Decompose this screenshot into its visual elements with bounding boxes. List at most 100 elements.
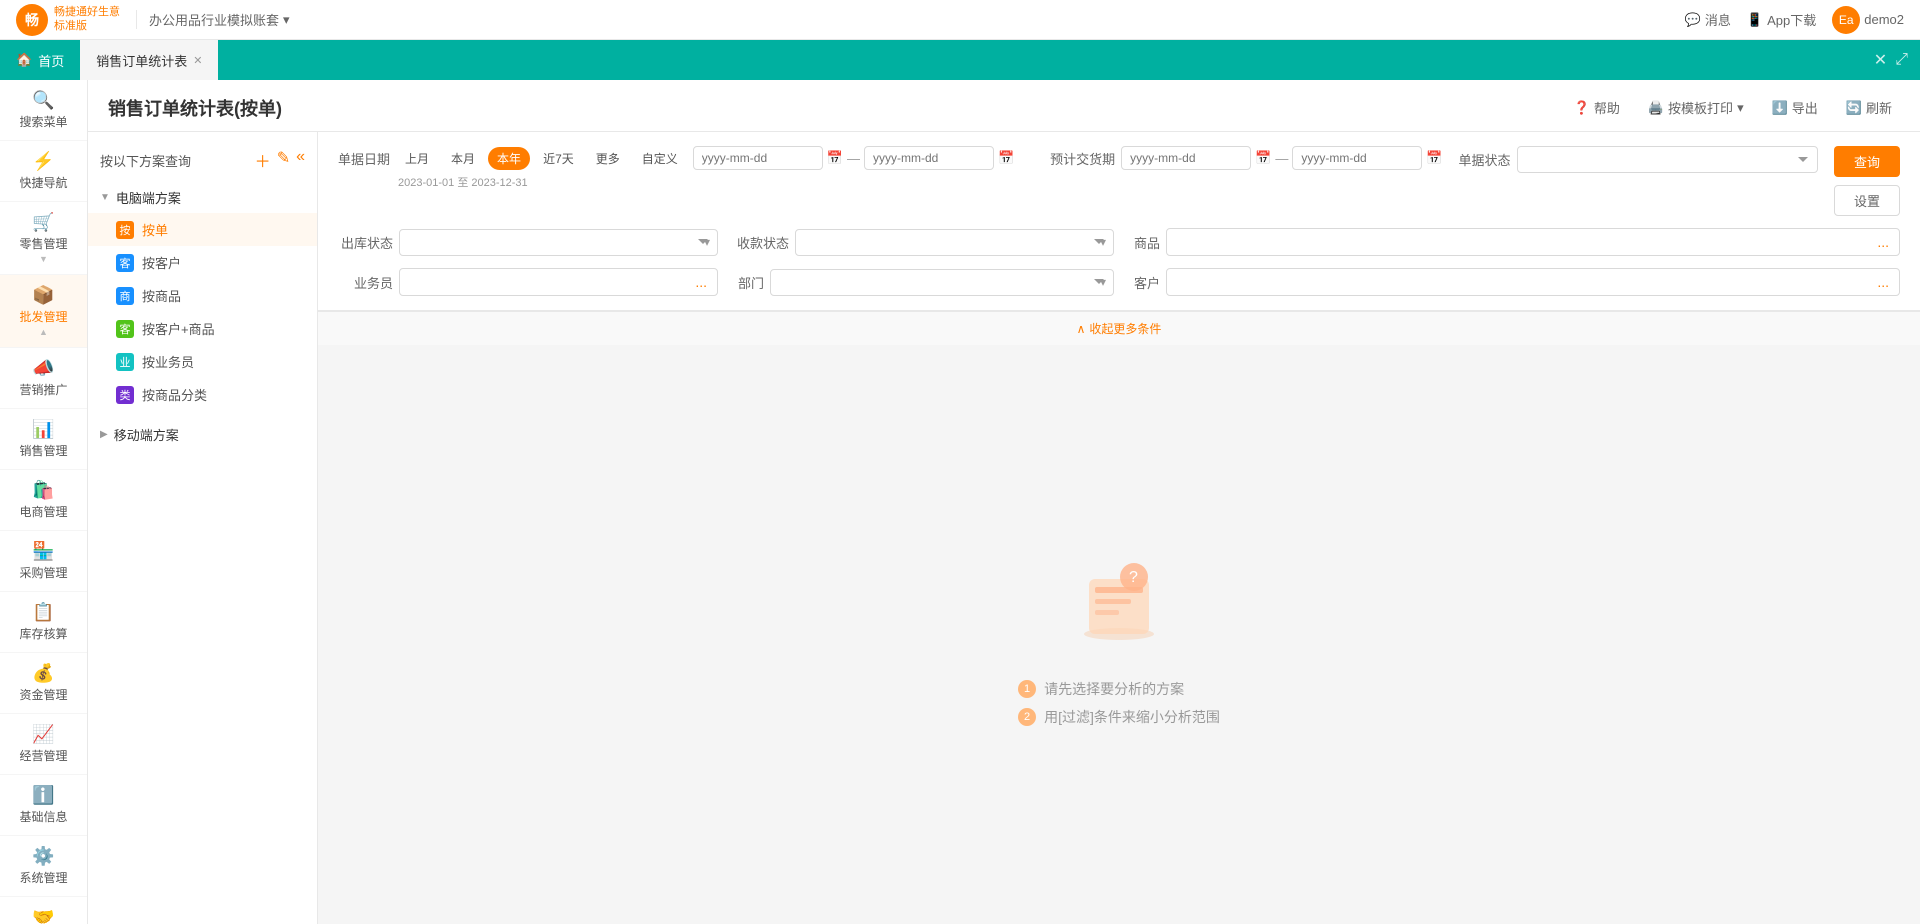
sidebar-item-ecommerce[interactable]: 🛍️ 电商管理 [0, 470, 87, 531]
right-panel: 单据日期 上月 本月 本年 近7天 更多 自定义 [318, 132, 1920, 924]
scheme-item-by-salesperson[interactable]: 业 按业务员 [88, 345, 317, 378]
payment-status-group: 收款状态 ▾ [734, 229, 1114, 256]
date-shortcut-this-month[interactable]: 本月 [442, 147, 484, 170]
tip-row-2: 2 用[过滤]条件来缩小分析范围 [1018, 703, 1220, 731]
purchase-icon: 🏪 [32, 541, 54, 562]
payment-status-select-wrapper: ▾ [795, 229, 1114, 256]
date-shortcuts: 上月 本月 本年 近7天 更多 自定义 [396, 147, 687, 170]
close-tab-btn[interactable]: ✕ [1874, 50, 1887, 70]
search-button[interactable]: 查询 [1834, 146, 1900, 177]
filter-row-2: 出库状态 ▾ 收款状态 [338, 228, 1900, 256]
scheme-item-by-goods[interactable]: 商 按商品 [88, 279, 317, 312]
refresh-button[interactable]: 🔄 刷新 [1838, 94, 1900, 121]
sidebar-item-search-menu[interactable]: 🔍 搜索菜单 [0, 80, 87, 141]
sidebar-item-basic-info[interactable]: ℹ️ 基础信息 [0, 775, 87, 836]
salesperson-more-icon[interactable]: ... [695, 274, 707, 290]
collapse-bar[interactable]: ∧ 收起更多条件 [318, 311, 1920, 345]
retail-icon: 🛒 [32, 212, 54, 233]
sidebar-item-wholesale[interactable]: 📦 批发管理 ▲ [0, 275, 87, 348]
help-button[interactable]: ❓ 帮助 [1566, 94, 1628, 121]
scheme-item-by-customer[interactable]: 客 按客户 [88, 246, 317, 279]
print-icon: 🖨️ [1648, 100, 1664, 116]
sidebar-item-quick-nav[interactable]: ⚡ 快捷导航 [0, 141, 87, 202]
date-range-display: 2023-01-01 至 2023-12-31 [338, 174, 1014, 190]
expected-delivery-group: 预计交货期 📅 — 📅 [1050, 146, 1442, 170]
tab-close-icon[interactable]: ✕ [193, 54, 202, 67]
by-salesperson-icon: 业 [116, 353, 134, 371]
expand-mobile-icon: ▶ [100, 429, 108, 440]
scheme-item-by-goods-category[interactable]: 类 按商品分类 [88, 378, 317, 411]
expected-date-from-input[interactable] [1121, 146, 1251, 170]
shipment-status-select[interactable] [399, 229, 718, 256]
setting-button[interactable]: 设置 [1834, 185, 1900, 216]
finance-icon: 💰 [32, 663, 54, 684]
by-customer-icon: 客 [116, 254, 134, 272]
edit-scheme-button[interactable]: ✎ [277, 148, 290, 172]
avatar: Ea [1832, 6, 1860, 34]
by-order-icon: 按 [116, 221, 134, 239]
date-shortcut-custom[interactable]: 自定义 [633, 147, 687, 170]
department-select[interactable] [770, 269, 1114, 296]
sidebar-item-enterprise[interactable]: 🤝 企业协同 [0, 897, 87, 924]
payment-status-select[interactable] [795, 229, 1114, 256]
by-customer-goods-icon: 客 [116, 320, 134, 338]
date-shortcut-more[interactable]: 更多 [587, 147, 629, 170]
department-select-wrapper: ▾ [770, 269, 1114, 296]
expected-date-from-calendar-icon[interactable]: 📅 [1255, 150, 1271, 166]
customer-input-wrapper[interactable]: ... [1166, 268, 1900, 296]
date-to-input[interactable] [864, 146, 994, 170]
svg-text:?: ? [1129, 569, 1138, 586]
expected-date-to-calendar-icon[interactable]: 📅 [1426, 150, 1442, 166]
scheme-group-desktop-header[interactable]: ▼ 电脑端方案 [88, 182, 317, 213]
sidebar-item-retail[interactable]: 🛒 零售管理 ▼ [0, 202, 87, 275]
salesperson-input-wrapper[interactable]: ... [399, 268, 718, 296]
sidebar-item-sales[interactable]: 📊 销售管理 [0, 409, 87, 470]
shipment-status-select-wrapper: ▾ [399, 229, 718, 256]
template-print-button[interactable]: 🖨️ 按模板打印 ▾ [1640, 94, 1752, 121]
app-download-button[interactable]: 📱 App下载 [1747, 10, 1816, 29]
scheme-group-mobile-header[interactable]: ▶ 移动端方案 [88, 419, 317, 450]
add-scheme-button[interactable]: ＋ [255, 148, 271, 172]
scheme-group-desktop: ▼ 电脑端方案 按 按单 客 按客户 商 按商品 [88, 178, 317, 415]
customer-more-icon[interactable]: ... [1877, 274, 1889, 290]
goods-input-wrapper[interactable]: ... [1166, 228, 1900, 256]
date-shortcut-this-year[interactable]: 本年 [488, 147, 530, 170]
export-button[interactable]: ⬇️ 导出 [1764, 94, 1826, 121]
app-selector[interactable]: 办公用品行业模拟账套 ▾ [136, 10, 302, 29]
tab-sales-order-stats[interactable]: 销售订单统计表 ✕ [80, 40, 218, 80]
download-icon: 📱 [1747, 12, 1763, 28]
sidebar-item-marketing[interactable]: 📣 营销推广 [0, 348, 87, 409]
sidebar-item-operation[interactable]: 📈 经营管理 [0, 714, 87, 775]
expected-date-to-input[interactable] [1292, 146, 1422, 170]
date-from-calendar-icon[interactable]: 📅 [827, 150, 843, 166]
sidebar-item-system[interactable]: ⚙️ 系统管理 [0, 836, 87, 897]
date-from-input[interactable] [693, 146, 823, 170]
system-icon: ⚙️ [32, 846, 54, 867]
sidebar-item-purchase[interactable]: 🏪 采购管理 [0, 531, 87, 592]
user-menu[interactable]: Ea demo2 [1832, 6, 1904, 34]
sidebar-item-finance[interactable]: 💰 资金管理 [0, 653, 87, 714]
tab-home[interactable]: 🏠 首页 [0, 40, 80, 80]
ecommerce-icon: 🛍️ [32, 480, 54, 501]
sidebar-item-inventory[interactable]: 📋 库存核算 [0, 592, 87, 653]
date-shortcut-7days[interactable]: 近7天 [534, 147, 583, 170]
date-shortcut-last-month[interactable]: 上月 [396, 147, 438, 170]
date-to-calendar-icon[interactable]: 📅 [998, 150, 1014, 166]
maximize-btn[interactable]: ⤢ [1895, 51, 1908, 69]
page-title: 销售订单统计表(按单) [108, 95, 282, 121]
action-buttons: 查询 设置 [1834, 146, 1900, 216]
by-goods-icon: 商 [116, 287, 134, 305]
collapse-icon: ∧ [1077, 322, 1086, 336]
order-status-select[interactable] [1517, 146, 1818, 173]
print-dropdown-icon: ▾ [1737, 100, 1744, 116]
collapse-panel-button[interactable]: « [296, 148, 305, 172]
logo-text: 畅捷通好生意 标准版 [54, 6, 120, 32]
goods-more-icon[interactable]: ... [1877, 234, 1889, 250]
scheme-item-by-order[interactable]: 按 按单 [88, 213, 317, 246]
order-status-select-wrapper [1517, 146, 1818, 173]
basic-info-icon: ℹ️ [32, 785, 54, 806]
scheme-item-by-customer-goods[interactable]: 客 按客户+商品 [88, 312, 317, 345]
by-goods-category-icon: 类 [116, 386, 134, 404]
message-button[interactable]: 💬 消息 [1685, 10, 1731, 29]
inner-layout: 按以下方案查询 ＋ ✎ « ▼ 电脑端方案 按 按单 [88, 132, 1920, 924]
